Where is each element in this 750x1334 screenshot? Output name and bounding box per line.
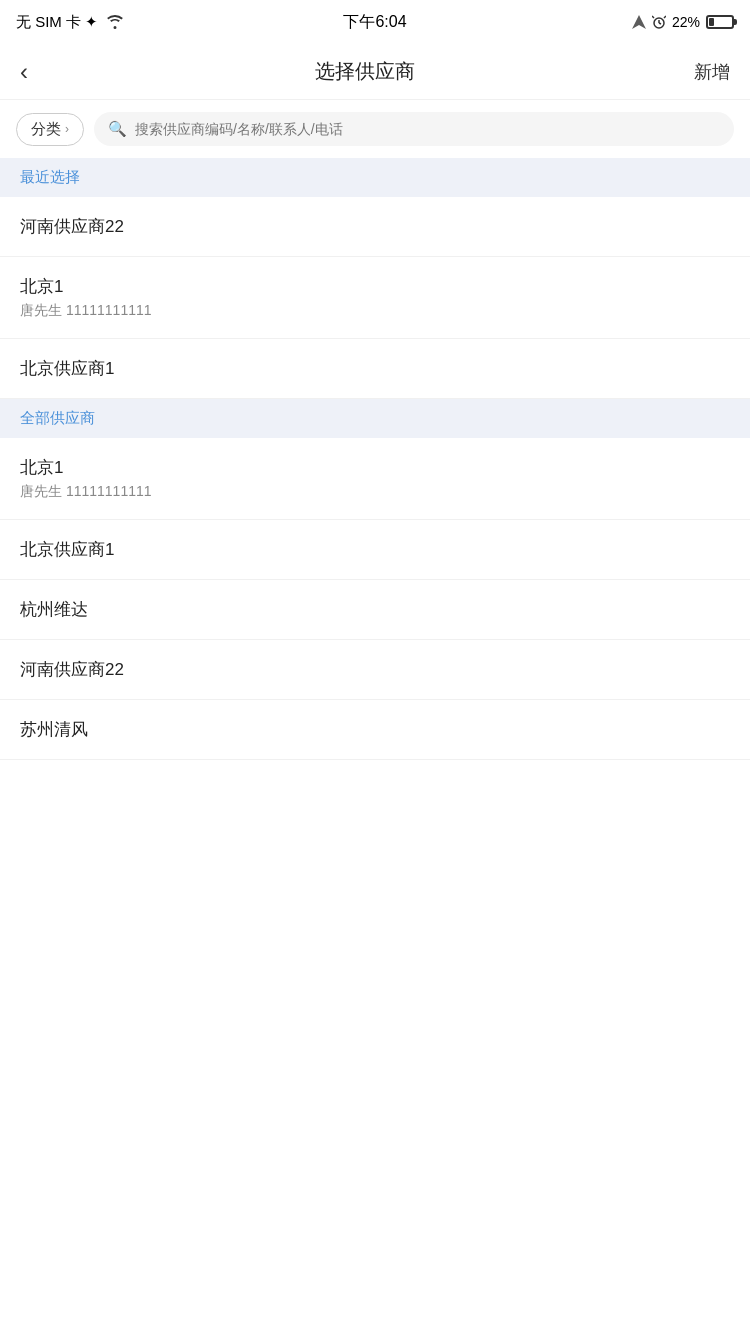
- item-name: 苏州清风: [20, 718, 730, 741]
- battery-icon: [706, 15, 734, 29]
- list-item[interactable]: 北京供应商1: [0, 520, 750, 580]
- item-name: 杭州维达: [20, 598, 730, 621]
- battery-percent: 22%: [672, 14, 700, 30]
- section-header-text-1: 全部供应商: [20, 409, 95, 426]
- back-button[interactable]: ‹: [12, 50, 36, 94]
- chevron-right-icon: ›: [65, 122, 69, 136]
- item-name: 北京1: [20, 275, 730, 298]
- section-header-0: 最近选择: [0, 158, 750, 197]
- status-right: 22%: [632, 14, 734, 30]
- alarm-icon: [652, 15, 666, 29]
- search-input[interactable]: [135, 121, 720, 137]
- item-name: 河南供应商22: [20, 658, 730, 681]
- location-icon: [632, 15, 646, 29]
- list-item[interactable]: 北京供应商1: [0, 339, 750, 399]
- search-icon: 🔍: [108, 120, 127, 138]
- item-name: 北京1: [20, 456, 730, 479]
- nav-bar: ‹ 选择供应商 新增: [0, 44, 750, 100]
- status-left: 无 SIM 卡 ✦: [16, 13, 124, 32]
- add-button[interactable]: 新增: [694, 60, 730, 84]
- list-item[interactable]: 北京1 唐先生 11111111111: [0, 257, 750, 339]
- list-item[interactable]: 苏州清风: [0, 700, 750, 760]
- svg-line-2: [659, 23, 661, 24]
- section-header-text-0: 最近选择: [20, 168, 80, 185]
- wifi-icon: [106, 15, 124, 29]
- search-box: 🔍: [94, 112, 734, 146]
- item-name: 北京供应商1: [20, 357, 730, 380]
- status-bar: 无 SIM 卡 ✦ 下午6:04 22%: [0, 0, 750, 44]
- list-item[interactable]: 河南供应商22: [0, 640, 750, 700]
- item-name: 河南供应商22: [20, 215, 730, 238]
- item-sub: 唐先生 11111111111: [20, 483, 730, 501]
- supplier-list: 最近选择河南供应商22 北京1 唐先生 11111111111 北京供应商1 全部供应商…: [0, 158, 750, 760]
- filter-bar: 分类 › 🔍: [0, 100, 750, 158]
- list-item[interactable]: 北京1 唐先生 11111111111: [0, 438, 750, 520]
- item-sub: 唐先生 11111111111: [20, 302, 730, 320]
- category-button[interactable]: 分类 ›: [16, 113, 84, 146]
- list-item[interactable]: 河南供应商22: [0, 197, 750, 257]
- page-title: 选择供应商: [315, 58, 415, 85]
- sim-label: 无 SIM 卡 ✦: [16, 13, 98, 32]
- list-item[interactable]: 杭州维达: [0, 580, 750, 640]
- section-header-1: 全部供应商: [0, 399, 750, 438]
- status-time: 下午6:04: [343, 12, 406, 33]
- item-name: 北京供应商1: [20, 538, 730, 561]
